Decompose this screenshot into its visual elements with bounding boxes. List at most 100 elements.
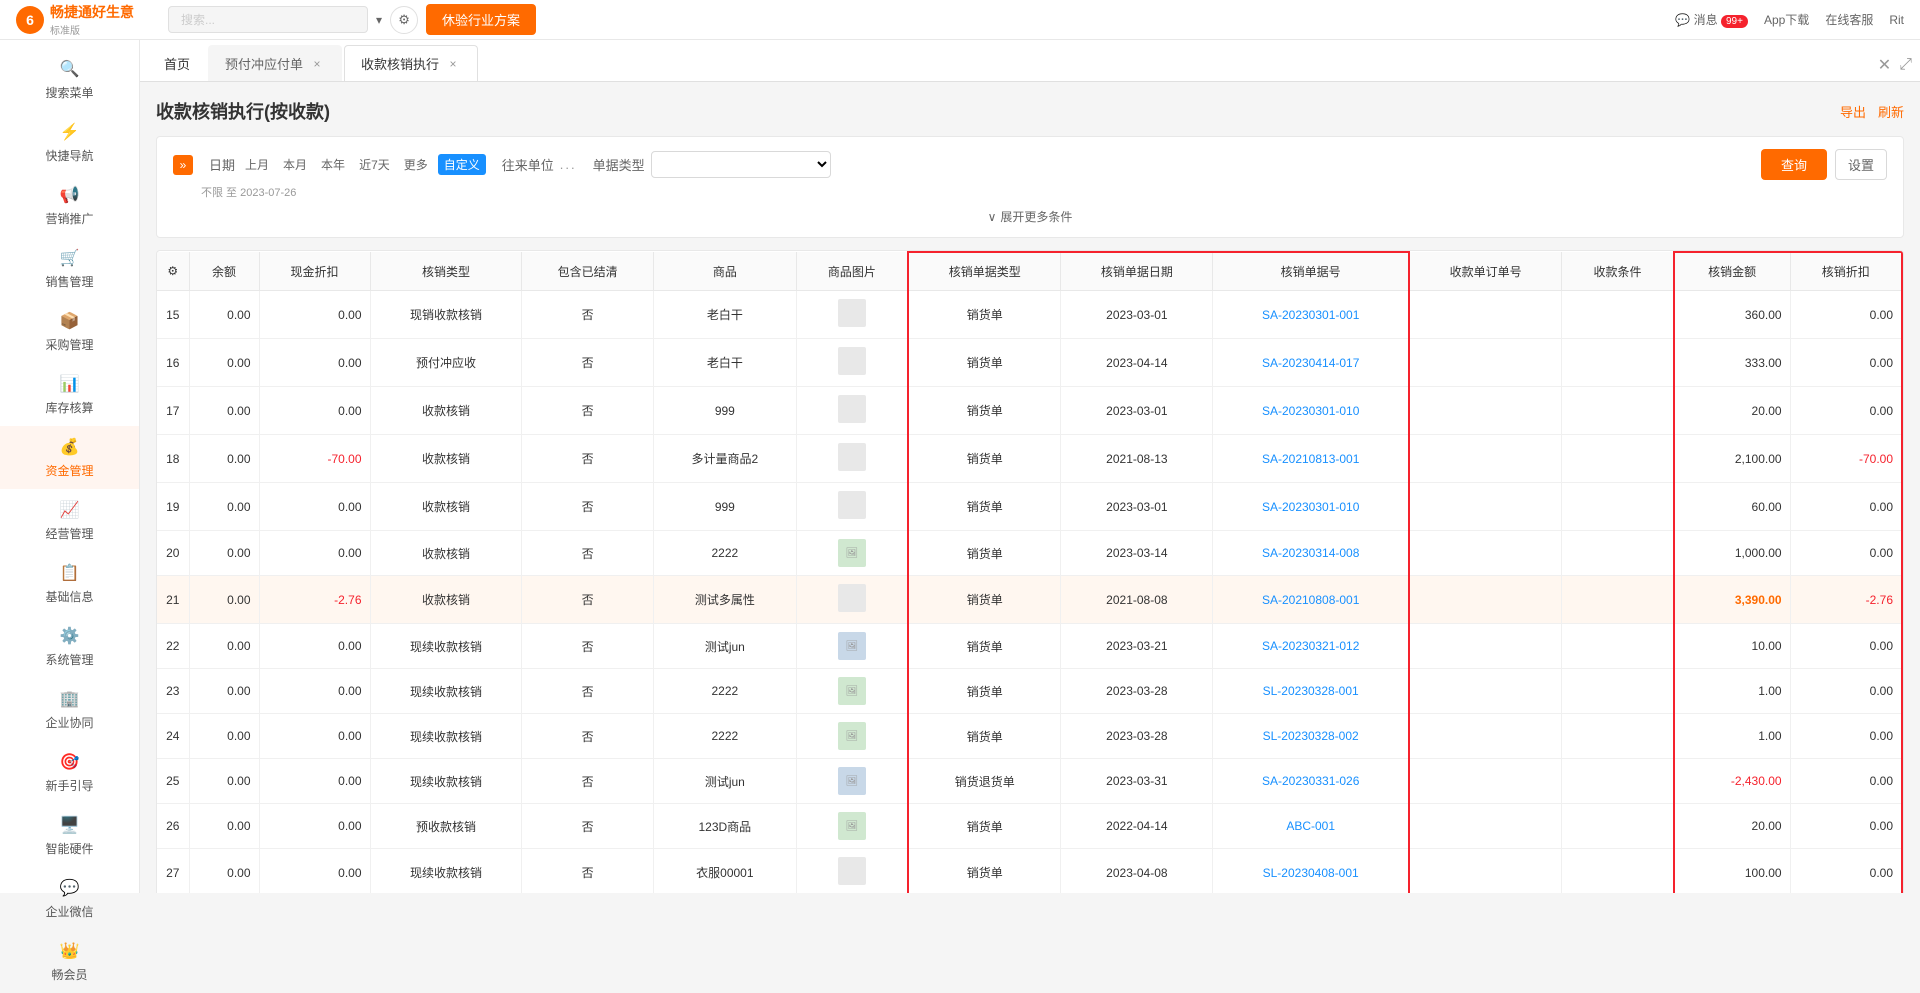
last7-btn[interactable]: 近7天 — [355, 154, 394, 175]
th-writeoff-amount: 核销金额 — [1674, 252, 1790, 291]
th-writeoff-type: 核销类型 — [370, 252, 522, 291]
top-bar-right: 💬 消息 99+ App下载 在线客服 Rit — [1675, 11, 1904, 28]
tab-writeoff-label: 收款核销执行 — [361, 54, 439, 73]
sidebar-label-marketing: 营销推广 — [45, 210, 93, 227]
table-row: 210.00-2.76收款核销否测试多属性销货单2021-08-08SA-202… — [157, 576, 1902, 624]
hardware-icon: 🖥️ — [59, 814, 81, 836]
sidebar-item-wechat[interactable]: 💬 企业微信 — [0, 867, 139, 930]
settings-button[interactable]: 设置 — [1835, 149, 1887, 180]
receipt-type-label: 单据类型 — [593, 155, 645, 174]
th-receipt-order-no: 收款单订单号 — [1409, 252, 1562, 291]
table-body: 150.000.00现销收款核销否老白干销货单2023-03-01SA-2023… — [157, 291, 1902, 894]
user-name[interactable]: Rit — [1889, 13, 1904, 27]
inventory-icon: 📊 — [59, 373, 81, 395]
th-writeoff-receipt-no: 核销单据号 — [1213, 252, 1409, 291]
dropdown-arrow[interactable]: ▾ — [376, 13, 382, 27]
app-logo: 6 畅捷通好生意 标准版 — [16, 2, 156, 37]
sidebar-item-inventory[interactable]: 📊 库存核算 — [0, 363, 139, 426]
sidebar-label-inventory: 库存核算 — [45, 399, 93, 416]
tab-prepayment[interactable]: 预付冲应付单 × — [208, 45, 342, 81]
tab-close-window-icon[interactable]: ✕ — [1878, 55, 1891, 75]
guide-icon: 🎯 — [59, 751, 81, 773]
sidebar-item-marketing[interactable]: 📢 营销推广 — [0, 174, 139, 237]
filter-collapse-button[interactable]: » — [173, 155, 193, 175]
page-header-actions: 导出 刷新 — [1840, 102, 1904, 121]
basic-icon: 📋 — [59, 562, 81, 584]
more-date-btn[interactable]: 更多 — [400, 154, 432, 175]
this-year-btn[interactable]: 本年 — [317, 154, 349, 175]
sidebar-item-corp[interactable]: 🏢 企业协同 — [0, 678, 139, 741]
sidebar-item-system[interactable]: ⚙️ 系统管理 — [0, 615, 139, 678]
query-button[interactable]: 查询 — [1761, 149, 1827, 180]
sidebar-label-finance: 资金管理 — [45, 462, 93, 479]
tab-writeoff[interactable]: 收款核销执行 × — [344, 45, 478, 81]
tab-expand-icon[interactable]: ⤢ — [1899, 56, 1912, 74]
th-goods: 商品 — [653, 252, 796, 291]
th-goods-image: 商品图片 — [796, 252, 908, 291]
sidebar-item-search[interactable]: 🔍 搜索菜单 — [0, 48, 139, 111]
expand-more-label: 展开更多条件 — [1000, 208, 1072, 225]
sidebar-item-guide[interactable]: 🎯 新手引导 — [0, 741, 139, 804]
table-row: 240.000.00现续收款核销否2222🖼销货单2023-03-28SL-20… — [157, 714, 1902, 759]
sidebar-label-corp: 企业协同 — [45, 714, 93, 731]
sidebar-item-sales[interactable]: 🛒 销售管理 — [0, 237, 139, 300]
table-row: 230.000.00现续收款核销否2222🖼销货单2023-03-28SL-20… — [157, 669, 1902, 714]
sidebar-item-member[interactable]: 👑 畅会员 — [0, 930, 139, 993]
tab-bar-right: ✕ ⤢ — [1878, 55, 1912, 81]
sidebar-item-purchase[interactable]: 📦 采购管理 — [0, 300, 139, 363]
tab-writeoff-close[interactable]: × — [445, 56, 461, 72]
sidebar-label-search: 搜索菜单 — [45, 84, 93, 101]
page-title: 收款核销执行(按收款) — [156, 98, 330, 124]
sidebar-item-quicknav[interactable]: ⚡ 快捷导航 — [0, 111, 139, 174]
table-row: 190.000.00收款核销否999销货单2023-03-01SA-202303… — [157, 483, 1902, 531]
sidebar: 🔍 搜索菜单 ⚡ 快捷导航 📢 营销推广 🛒 销售管理 📦 采购管理 📊 库存核… — [0, 40, 140, 893]
finance-icon: 💰 — [59, 436, 81, 458]
date-filter-label: 日期 — [209, 155, 235, 174]
message-icon-area[interactable]: 💬 消息 99+ — [1675, 11, 1748, 28]
message-badge: 99+ — [1721, 15, 1748, 28]
top-bar: 6 畅捷通好生意 标准版 搜索... ▾ ⚙ 休验行业方案 💬 消息 99+ A… — [0, 0, 1920, 40]
table-row: 260.000.00预收款核销否123D商品🖼销货单2022-04-14ABC-… — [157, 804, 1902, 849]
refresh-button[interactable]: 刷新 — [1878, 102, 1904, 121]
app-edition: 标准版 — [50, 22, 134, 37]
from-unit-input[interactable]: ... — [560, 157, 577, 172]
expand-more-btn[interactable]: ∨ 展开更多条件 — [173, 208, 1887, 225]
export-button[interactable]: 导出 — [1840, 102, 1866, 121]
tab-bar: 首页 预付冲应付单 × 收款核销执行 × ✕ ⤢ — [140, 40, 1920, 82]
sidebar-item-hardware[interactable]: 🖥️ 智能硬件 — [0, 804, 139, 867]
th-balance: 余额 — [189, 252, 259, 291]
search-icon: 🔍 — [59, 58, 81, 80]
th-settings[interactable]: ⚙ — [157, 252, 189, 291]
last-month-btn[interactable]: 上月 — [241, 154, 273, 175]
sidebar-label-sales: 销售管理 — [45, 273, 93, 290]
tab-home[interactable]: 首页 — [148, 46, 206, 81]
marketing-icon: 📢 — [59, 184, 81, 206]
settings-gear-icon[interactable]: ⚙ — [390, 6, 418, 34]
table-row: 170.000.00收款核销否999销货单2023-03-01SA-202303… — [157, 387, 1902, 435]
sidebar-label-hardware: 智能硬件 — [45, 840, 93, 857]
page-header: 收款核销执行(按收款) 导出 刷新 — [156, 98, 1904, 124]
system-icon: ⚙️ — [59, 625, 81, 647]
unit-filter-item: 往来单位 ... — [502, 155, 577, 174]
date-shortcuts: 上月 本月 本年 近7天 更多 自定义 — [241, 154, 486, 175]
sidebar-item-business[interactable]: 📈 经营管理 — [0, 489, 139, 552]
table-row: 250.000.00现续收款核销否测试jun🖼销货退货单2023-03-31SA… — [157, 759, 1902, 804]
table-header-row: ⚙ 余额 现金折扣 核销类型 包含已结清 商品 商品图片 核销单据类型 核销单据… — [157, 252, 1902, 291]
tab-prepayment-close[interactable]: × — [309, 56, 325, 72]
custom-date-btn[interactable]: 自定义 — [438, 154, 486, 175]
corp-icon: 🏢 — [59, 688, 81, 710]
online-service-link[interactable]: 在线客服 — [1825, 11, 1873, 28]
app-download-link[interactable]: App下载 — [1764, 11, 1809, 28]
date-filter-item: 日期 上月 本月 本年 近7天 更多 自定义 — [209, 154, 486, 175]
receipt-type-select[interactable] — [651, 151, 831, 178]
main-layout: 🔍 搜索菜单 ⚡ 快捷导航 📢 营销推广 🛒 销售管理 📦 采购管理 📊 库存核… — [0, 40, 1920, 893]
sidebar-label-purchase: 采购管理 — [45, 336, 93, 353]
this-month-btn[interactable]: 本月 — [279, 154, 311, 175]
filter-row: » 日期 上月 本月 本年 近7天 更多 自定义 往来单位 — [173, 149, 1887, 180]
industry-plan-button[interactable]: 休验行业方案 — [426, 4, 536, 35]
table-container: ⚙ 余额 现金折扣 核销类型 包含已结清 商品 商品图片 核销单据类型 核销单据… — [156, 250, 1904, 893]
member-icon: 👑 — [59, 940, 81, 962]
sidebar-item-basic[interactable]: 📋 基础信息 — [0, 552, 139, 615]
top-bar-center: 搜索... ▾ ⚙ 休验行业方案 — [168, 4, 1663, 35]
sidebar-item-finance[interactable]: 💰 资金管理 — [0, 426, 139, 489]
